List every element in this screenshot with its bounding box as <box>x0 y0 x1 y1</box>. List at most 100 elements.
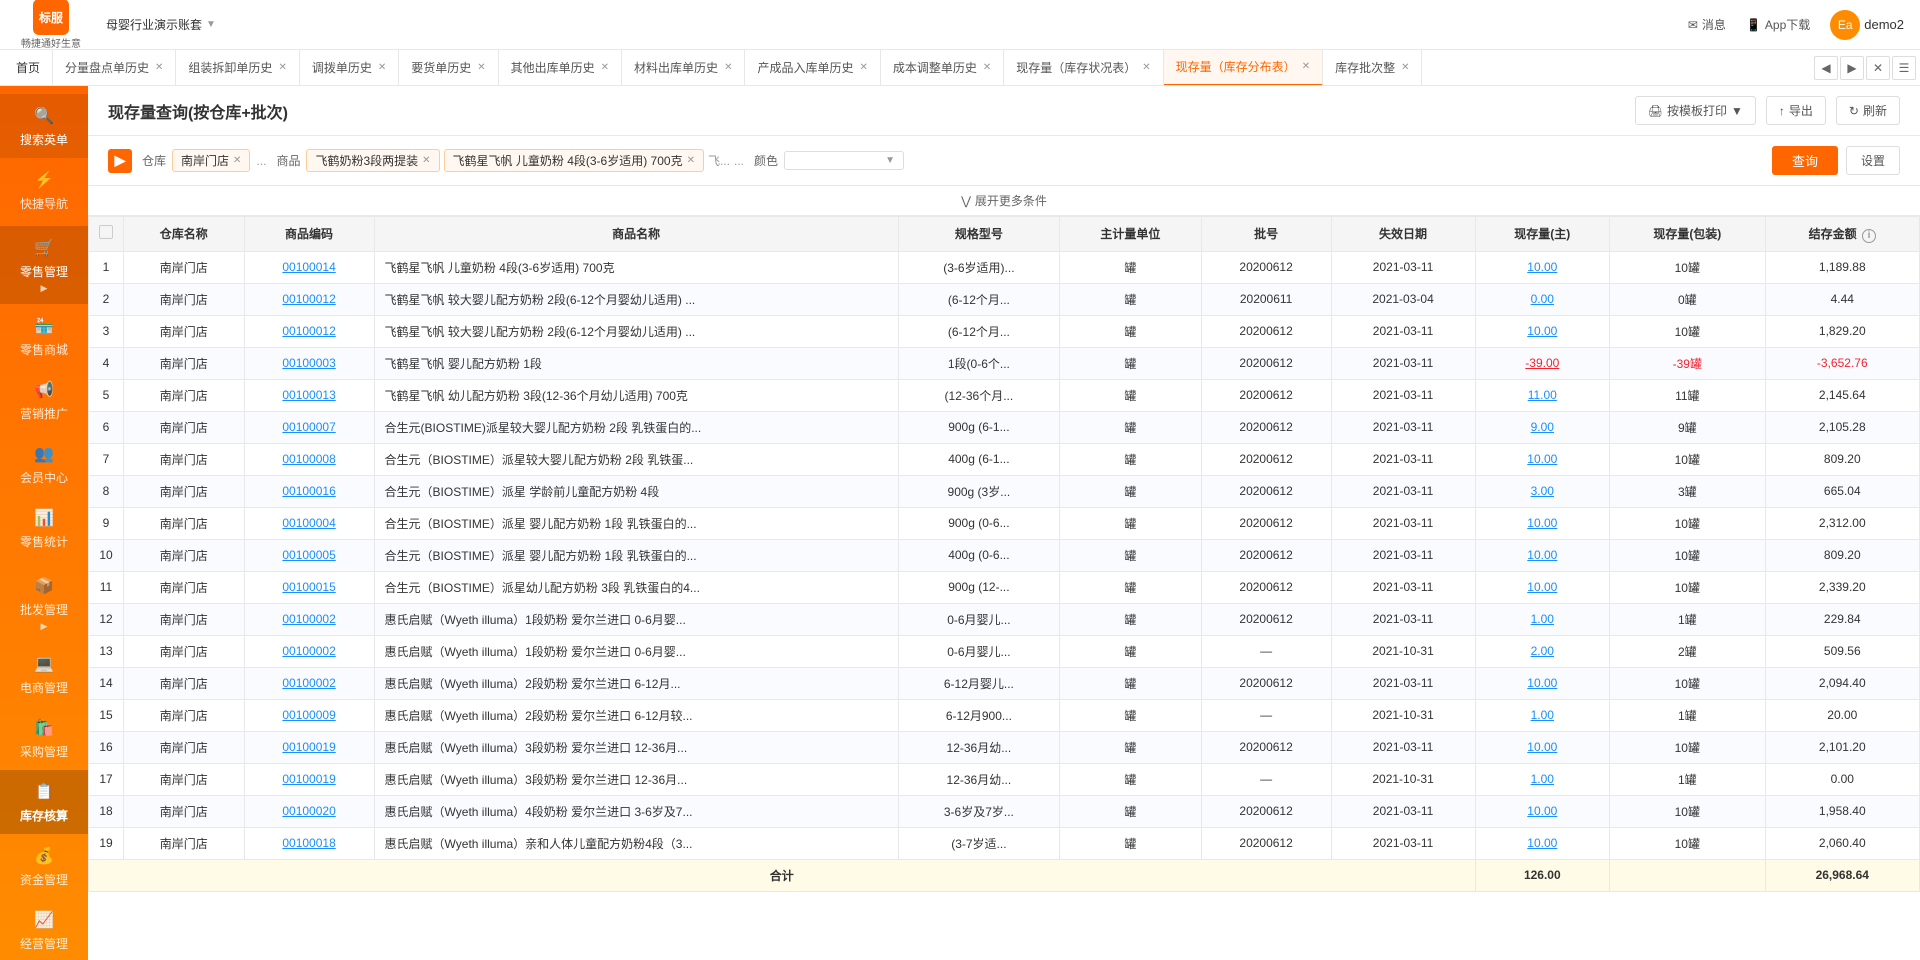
sidebar-item-finance[interactable]: 💰 资金管理 <box>0 834 88 898</box>
sidebar-item-ecom[interactable]: 💻 电商管理 <box>0 642 88 706</box>
cell-code[interactable]: 00100009 <box>244 699 374 731</box>
header-checkbox[interactable] <box>99 225 113 239</box>
tab-cailiao[interactable]: 材料出库单历史 ✕ <box>622 50 745 86</box>
warehouse-tag-remove[interactable]: ✕ <box>233 155 241 166</box>
tab-chancheng[interactable]: 产成品入库单历史 ✕ <box>745 50 880 86</box>
warehouse-more[interactable]: ... <box>256 154 266 168</box>
cell-qty-main[interactable]: 10.00 <box>1475 507 1610 539</box>
product-tag-1-remove[interactable]: ✕ <box>422 155 430 166</box>
tab-qitachuku[interactable]: 其他出库单历史 ✕ <box>499 50 622 86</box>
tab-chancheng-close[interactable]: ✕ <box>859 62 867 73</box>
expand-filter-btn[interactable]: ▶ <box>108 149 132 173</box>
cell-code[interactable]: 00100013 <box>244 379 374 411</box>
tab-tiaopan[interactable]: 调拨单历史 ✕ <box>300 50 399 86</box>
amount-info-icon[interactable]: i <box>1862 229 1876 243</box>
tab-xianzun-fb[interactable]: 现存量（库存分布表） ✕ <box>1164 50 1323 86</box>
tab-qitachuku-close[interactable]: ✕ <box>601 62 609 73</box>
cell-qty-main[interactable]: 10.00 <box>1475 251 1610 283</box>
cell-qty-main[interactable]: 11.00 <box>1475 379 1610 411</box>
sidebar-item-inventory[interactable]: 📋 库存核算 <box>0 770 88 834</box>
tab-yaohuo[interactable]: 要货单历史 ✕ <box>399 50 498 86</box>
cell-qty-main[interactable]: 2.00 <box>1475 635 1610 667</box>
sidebar-item-retail-stats[interactable]: 📊 零售统计 <box>0 496 88 560</box>
tab-fenpan[interactable]: 分量盘点单历史 ✕ <box>53 50 176 86</box>
sidebar-item-quicknav[interactable]: ⚡ 快捷导航 <box>0 158 88 222</box>
export-btn[interactable]: ↑ 导出 <box>1766 96 1826 125</box>
cell-code[interactable]: 00100003 <box>244 347 374 379</box>
cell-code[interactable]: 00100002 <box>244 667 374 699</box>
tab-fenpan-close[interactable]: ✕ <box>155 62 163 73</box>
cell-qty-main[interactable]: 10.00 <box>1475 731 1610 763</box>
query-btn[interactable]: 查询 <box>1772 146 1838 175</box>
tab-xianzun-zt-close[interactable]: ✕ <box>1142 62 1150 73</box>
cell-qty-main[interactable]: 10.00 <box>1475 795 1610 827</box>
cell-qty-main[interactable]: 10.00 <box>1475 571 1610 603</box>
tab-home[interactable]: 首页 <box>4 50 53 86</box>
tab-next-btn[interactable]: ▶ <box>1840 56 1864 80</box>
sidebar-item-marketing[interactable]: 📢 营销推广 <box>0 368 88 432</box>
cell-code[interactable]: 00100018 <box>244 827 374 859</box>
product-tag-2[interactable]: 飞鹤星飞帆 儿童奶粉 4段(3-6岁适用) 700克 ✕ <box>444 149 704 172</box>
product-more2[interactable]: ... <box>734 154 744 168</box>
cell-code[interactable]: 00100008 <box>244 443 374 475</box>
expand-more-bar[interactable]: ⋁ 展开更多条件 <box>88 186 1920 216</box>
warehouse-tag-nananmen[interactable]: 南岸门店 ✕ <box>172 149 250 172</box>
tab-xianzun-fb-close[interactable]: ✕ <box>1302 61 1310 72</box>
product-more[interactable]: 飞... <box>708 152 730 169</box>
cell-code[interactable]: 00100004 <box>244 507 374 539</box>
cell-code[interactable]: 00100007 <box>244 411 374 443</box>
cell-qty-main[interactable]: 10.00 <box>1475 443 1610 475</box>
app-download-btn[interactable]: 📱 App下载 <box>1746 16 1810 33</box>
tab-prev-btn[interactable]: ◀ <box>1814 56 1838 80</box>
tab-chengben-close[interactable]: ✕ <box>983 62 991 73</box>
template-print-btn[interactable]: 🖨 按模板打印 ▼ <box>1635 96 1756 125</box>
cell-qty-main[interactable]: 1.00 <box>1475 763 1610 795</box>
cell-qty-main[interactable]: 9.00 <box>1475 411 1610 443</box>
refresh-btn[interactable]: ↻ 刷新 <box>1836 96 1900 125</box>
settings-btn[interactable]: 设置 <box>1846 146 1900 175</box>
tab-kucun-pici[interactable]: 库存批次整 ✕ <box>1323 50 1422 86</box>
cell-qty-main[interactable]: 10.00 <box>1475 827 1610 859</box>
tab-chengben[interactable]: 成本调整单历史 ✕ <box>881 50 1004 86</box>
tab-xianzun-zt[interactable]: 现存量（库存状况表） ✕ <box>1004 50 1163 86</box>
tab-tiaopan-close[interactable]: ✕ <box>378 62 386 73</box>
workspace-selector[interactable]: 母婴行业演示账套 ▼ <box>106 16 216 33</box>
cell-qty-main[interactable]: 1.00 <box>1475 603 1610 635</box>
cell-code[interactable]: 00100015 <box>244 571 374 603</box>
tab-yaohuo-close[interactable]: ✕ <box>477 62 485 73</box>
tab-kucun-pici-close[interactable]: ✕ <box>1401 62 1409 73</box>
message-btn[interactable]: ✉ 消息 <box>1688 16 1726 33</box>
sidebar-item-retail-mall[interactable]: 🏪 零售商城 <box>0 304 88 368</box>
user-area[interactable]: Ea demo2 <box>1830 10 1904 40</box>
sidebar-item-purchase[interactable]: 🛍️ 采购管理 <box>0 706 88 770</box>
cell-code[interactable]: 00100019 <box>244 763 374 795</box>
cell-code[interactable]: 00100020 <box>244 795 374 827</box>
cell-code[interactable]: 00100002 <box>244 635 374 667</box>
cell-qty-main[interactable]: 10.00 <box>1475 667 1610 699</box>
sidebar-item-search[interactable]: 🔍 搜索英单 <box>0 94 88 158</box>
cell-qty-main[interactable]: 10.00 <box>1475 539 1610 571</box>
sidebar-item-retail[interactable]: 🛒 零售管理 ▶ <box>0 226 88 304</box>
product-tag-1[interactable]: 飞鹤奶粉3段两提装 ✕ <box>306 149 439 172</box>
cell-code[interactable]: 00100002 <box>244 603 374 635</box>
cell-code[interactable]: 00100016 <box>244 475 374 507</box>
tab-zuchai-close[interactable]: ✕ <box>278 62 286 73</box>
sidebar-item-operations[interactable]: 📈 经营管理 <box>0 898 88 960</box>
tab-zuchai[interactable]: 组装拆卸单历史 ✕ <box>176 50 299 86</box>
cell-code[interactable]: 00100014 <box>244 251 374 283</box>
cell-code[interactable]: 00100005 <box>244 539 374 571</box>
cell-code[interactable]: 00100012 <box>244 315 374 347</box>
cell-qty-main[interactable]: 10.00 <box>1475 315 1610 347</box>
tab-cailiao-close[interactable]: ✕ <box>724 62 732 73</box>
cell-code[interactable]: 00100012 <box>244 283 374 315</box>
product-tag-2-remove[interactable]: ✕ <box>687 155 695 166</box>
tab-menu-btn[interactable]: ☰ <box>1892 56 1916 80</box>
sidebar-item-wholesale[interactable]: 📦 批发管理 ▶ <box>0 564 88 642</box>
cell-qty-main[interactable]: 3.00 <box>1475 475 1610 507</box>
sidebar-item-member[interactable]: 👥 会员中心 <box>0 432 88 496</box>
cell-code[interactable]: 00100019 <box>244 731 374 763</box>
color-dropdown[interactable]: ▼ <box>784 151 904 170</box>
tab-close-btn[interactable]: ✕ <box>1866 56 1890 80</box>
cell-qty-main[interactable]: 1.00 <box>1475 699 1610 731</box>
cell-qty-main[interactable]: 0.00 <box>1475 283 1610 315</box>
